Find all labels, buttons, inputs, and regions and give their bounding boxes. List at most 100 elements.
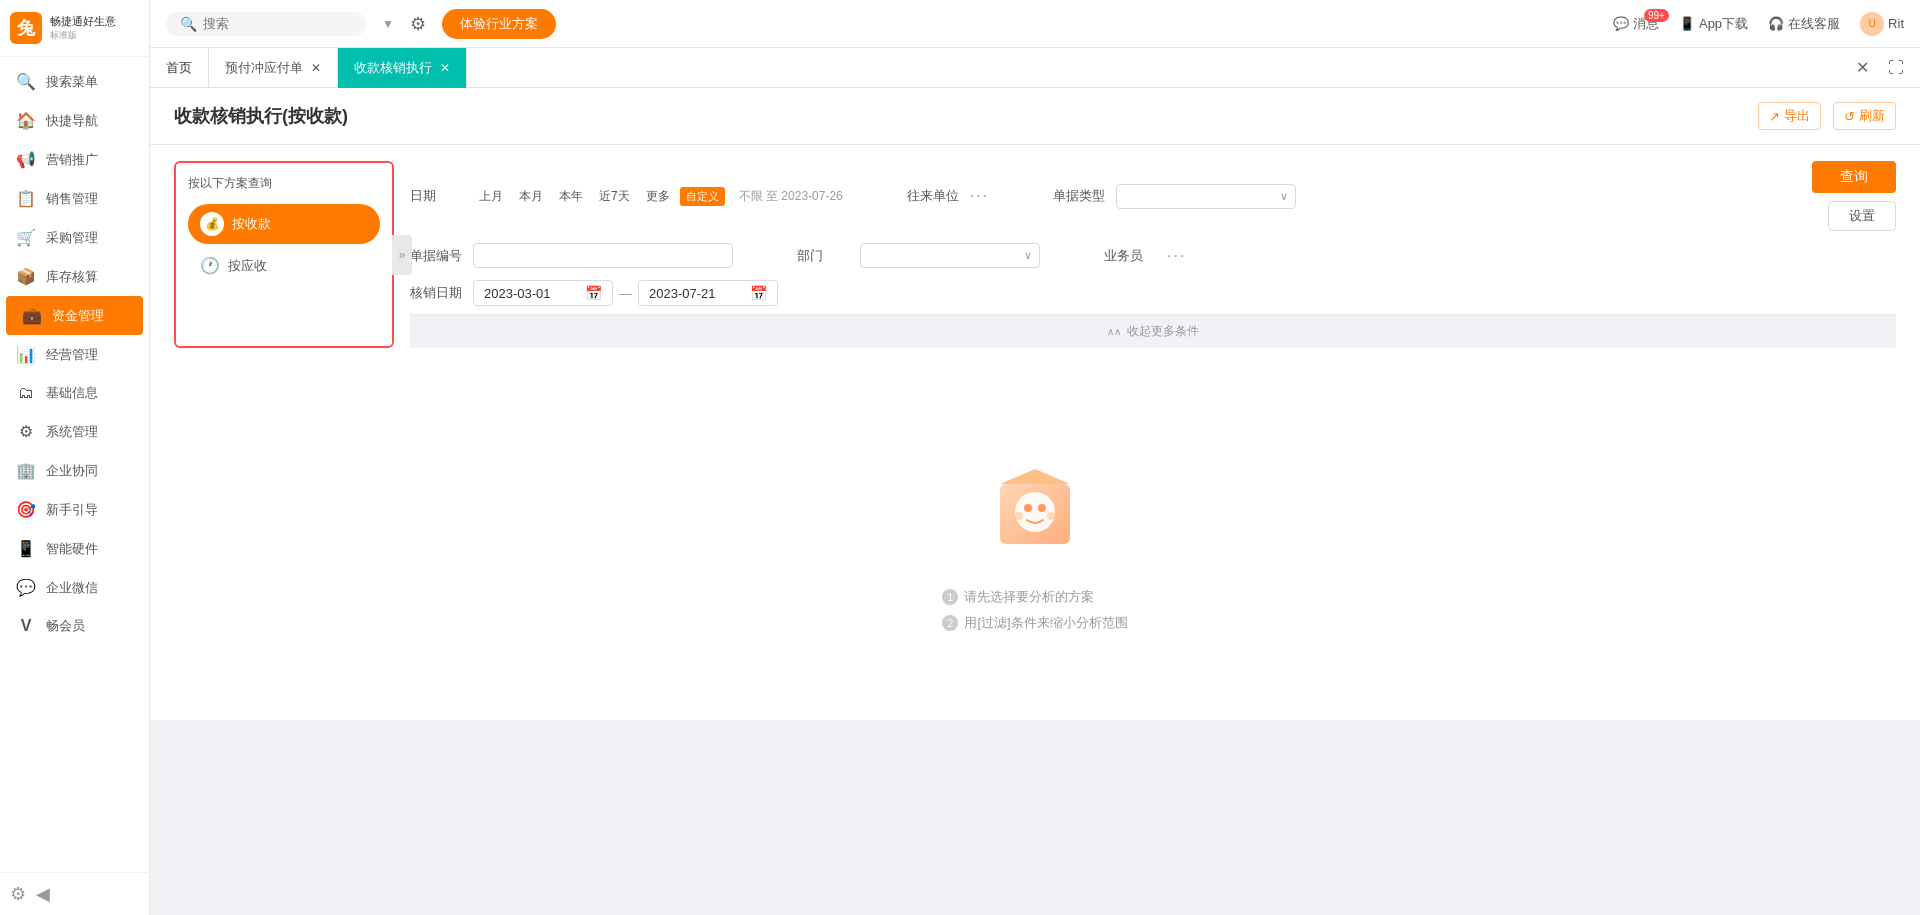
settings-button[interactable]: 设置 bbox=[1828, 201, 1896, 231]
sidebar-item-enterprise[interactable]: 🏢 企业协同 bbox=[0, 451, 149, 490]
operations-icon: 📊 bbox=[16, 345, 36, 364]
home-icon: 🏠 bbox=[16, 111, 36, 130]
tab-home[interactable]: 首页 bbox=[150, 48, 209, 88]
sidebar-item-sales[interactable]: 📋 销售管理 bbox=[0, 179, 149, 218]
refresh-button[interactable]: ↺ 刷新 bbox=[1833, 102, 1896, 130]
member-icon: V bbox=[16, 617, 36, 635]
collapse-sidebar-icon[interactable]: ◀︎ bbox=[36, 883, 50, 905]
staff-input-trigger[interactable]: ··· bbox=[1167, 247, 1186, 265]
empty-tips: 1 请先选择要分析的方案 2 用[过滤]条件来缩小分析范围 bbox=[942, 588, 1127, 640]
system-icon: ⚙ bbox=[16, 422, 36, 441]
app-logo: 兔 畅捷通好生意 标准版 bbox=[0, 0, 149, 57]
sidebar-item-system[interactable]: ⚙ 系统管理 bbox=[0, 412, 149, 451]
svg-point-5 bbox=[1047, 512, 1055, 520]
sidebar-item-purchase[interactable]: 🛒 采购管理 bbox=[0, 218, 149, 257]
sidebar-item-operations[interactable]: 📊 经营管理 bbox=[0, 335, 149, 374]
empty-illustration bbox=[975, 444, 1095, 564]
filter-area: 按以下方案查询 💰 按收款 🕐 按应收 » bbox=[150, 145, 1920, 364]
search-icon: 🔍 bbox=[16, 72, 36, 91]
collapse-more-icon: ∧∧ bbox=[1107, 326, 1121, 337]
date-7days[interactable]: 近7天 bbox=[593, 186, 636, 207]
tab-receipt-close-icon[interactable]: ✕ bbox=[440, 61, 450, 75]
message-button[interactable]: 💬 消息 99+ bbox=[1613, 15, 1659, 33]
sidebar-item-shortcuts[interactable]: 🏠 快捷导航 bbox=[0, 101, 149, 140]
writeoff-date-end[interactable]: 2023-07-21 📅 bbox=[638, 280, 778, 306]
page-header-actions: ↗ 导出 ↺ 刷新 bbox=[1758, 102, 1896, 130]
close-tab-icon[interactable]: ✕ bbox=[1846, 52, 1878, 84]
date-custom[interactable]: 自定义 bbox=[680, 187, 725, 206]
empty-tip-2: 2 用[过滤]条件来缩小分析范围 bbox=[942, 614, 1127, 632]
sidebar-item-search[interactable]: 🔍 搜索菜单 bbox=[0, 62, 149, 101]
svg-point-3 bbox=[1038, 504, 1046, 512]
app-download-button[interactable]: 📱 App下载 bbox=[1679, 15, 1748, 33]
writeoff-date-label: 核销日期 bbox=[410, 284, 465, 302]
enterprise-icon: 🏢 bbox=[16, 461, 36, 480]
svg-point-2 bbox=[1024, 504, 1032, 512]
export-icon: ↗ bbox=[1769, 109, 1780, 124]
sidebar-item-finance[interactable]: 💼 资金管理 bbox=[6, 296, 143, 335]
sidebar-item-hardware[interactable]: 📱 智能硬件 bbox=[0, 529, 149, 568]
hardware-icon: 📱 bbox=[16, 539, 36, 558]
tab-prepay-label: 预付冲应付单 bbox=[225, 59, 303, 77]
topbar-gear-icon[interactable]: ⚙ bbox=[410, 13, 426, 35]
doc-no-input[interactable] bbox=[473, 243, 733, 268]
sidebar-label-member: 畅会员 bbox=[46, 617, 85, 635]
doc-type-select[interactable] bbox=[1116, 184, 1296, 209]
solution-button[interactable]: 体验行业方案 bbox=[442, 9, 556, 39]
user-menu[interactable]: U Rit bbox=[1860, 12, 1904, 36]
sidebar-item-basic[interactable]: 🗂 基础信息 bbox=[0, 374, 149, 412]
sidebar-label-system: 系统管理 bbox=[46, 423, 98, 441]
export-button[interactable]: ↗ 导出 bbox=[1758, 102, 1821, 130]
inventory-icon: 📦 bbox=[16, 267, 36, 286]
date-last-month[interactable]: 上月 bbox=[473, 186, 509, 207]
staff-label: 业务员 bbox=[1104, 247, 1159, 265]
tab-home-label: 首页 bbox=[166, 59, 192, 77]
sidebar-label-shortcuts: 快捷导航 bbox=[46, 112, 98, 130]
sidebar-label-finance: 资金管理 bbox=[52, 307, 104, 325]
query-button[interactable]: 查询 bbox=[1812, 161, 1896, 193]
filter-by-receivable[interactable]: 🕐 按应收 bbox=[188, 248, 380, 283]
empty-tip-1: 1 请先选择要分析的方案 bbox=[942, 588, 1127, 606]
sidebar-label-basic: 基础信息 bbox=[46, 384, 98, 402]
message-icon: 💬 bbox=[1613, 16, 1629, 31]
dropdown-arrow-icon[interactable]: ▼ bbox=[382, 17, 394, 31]
expand-icon[interactable]: ⛶ bbox=[1880, 52, 1912, 84]
filter-receivable-label: 按应收 bbox=[228, 257, 267, 275]
tab-receipt[interactable]: 收款核销执行 ✕ bbox=[338, 48, 467, 88]
settings-icon[interactable]: ⚙ bbox=[10, 883, 26, 905]
date-range-display: 不限 至 2023-07-26 bbox=[739, 188, 843, 205]
collapse-panel-button[interactable]: » bbox=[392, 235, 412, 275]
page-title: 收款核销执行(按收款) bbox=[174, 104, 348, 128]
sidebar-label-operations: 经营管理 bbox=[46, 346, 98, 364]
filter-by-receipt[interactable]: 💰 按收款 bbox=[188, 204, 380, 244]
empty-state: 1 请先选择要分析的方案 2 用[过滤]条件来缩小分析范围 bbox=[150, 364, 1920, 720]
app-badge: 标准版 bbox=[50, 29, 116, 42]
date-this-year[interactable]: 本年 bbox=[553, 186, 589, 207]
svg-point-1 bbox=[1015, 492, 1055, 532]
collapse-more-button[interactable]: ∧∧ 收起更多条件 bbox=[410, 314, 1896, 348]
writeoff-date-start[interactable]: 2023-03-01 📅 bbox=[473, 280, 613, 306]
sidebar-item-wechat[interactable]: 💬 企业微信 bbox=[0, 568, 149, 607]
writeoff-date-range: 2023-03-01 📅 — 2023-07-21 📅 bbox=[473, 280, 778, 306]
date-shortcuts: 上月 本月 本年 近7天 更多 自定义 bbox=[473, 186, 725, 207]
counterpart-input-trigger[interactable]: ··· bbox=[970, 187, 989, 205]
sidebar-item-marketing[interactable]: 📢 营销推广 bbox=[0, 140, 149, 179]
dept-select[interactable] bbox=[860, 243, 1040, 268]
search-input[interactable] bbox=[203, 16, 343, 31]
main-area: 🔍 ▼ ⚙ 体验行业方案 💬 消息 99+ 📱 App下载 🎧 在线客服 U R… bbox=[150, 0, 1920, 915]
calendar-end-icon: 📅 bbox=[750, 285, 767, 301]
sidebar-item-guide[interactable]: 🎯 新手引导 bbox=[0, 490, 149, 529]
search-box[interactable]: 🔍 bbox=[166, 12, 366, 36]
tab-prepay-close-icon[interactable]: ✕ bbox=[311, 61, 321, 75]
dept-field: 部门 bbox=[797, 243, 1040, 268]
sidebar-item-member[interactable]: V 畅会员 bbox=[0, 607, 149, 645]
tab-prepay[interactable]: 预付冲应付单 ✕ bbox=[209, 48, 338, 88]
sidebar-item-inventory[interactable]: 📦 库存核算 bbox=[0, 257, 149, 296]
form-row-2: 单据编号 部门 bbox=[410, 243, 1896, 268]
finance-icon: 💼 bbox=[22, 306, 42, 325]
date-this-month[interactable]: 本月 bbox=[513, 186, 549, 207]
online-service-button[interactable]: 🎧 在线客服 bbox=[1768, 15, 1840, 33]
date-more[interactable]: 更多 bbox=[640, 186, 676, 207]
filter-panel: 按以下方案查询 💰 按收款 🕐 按应收 » bbox=[174, 161, 394, 348]
counterpart-field: 往来单位 ··· bbox=[907, 187, 989, 205]
